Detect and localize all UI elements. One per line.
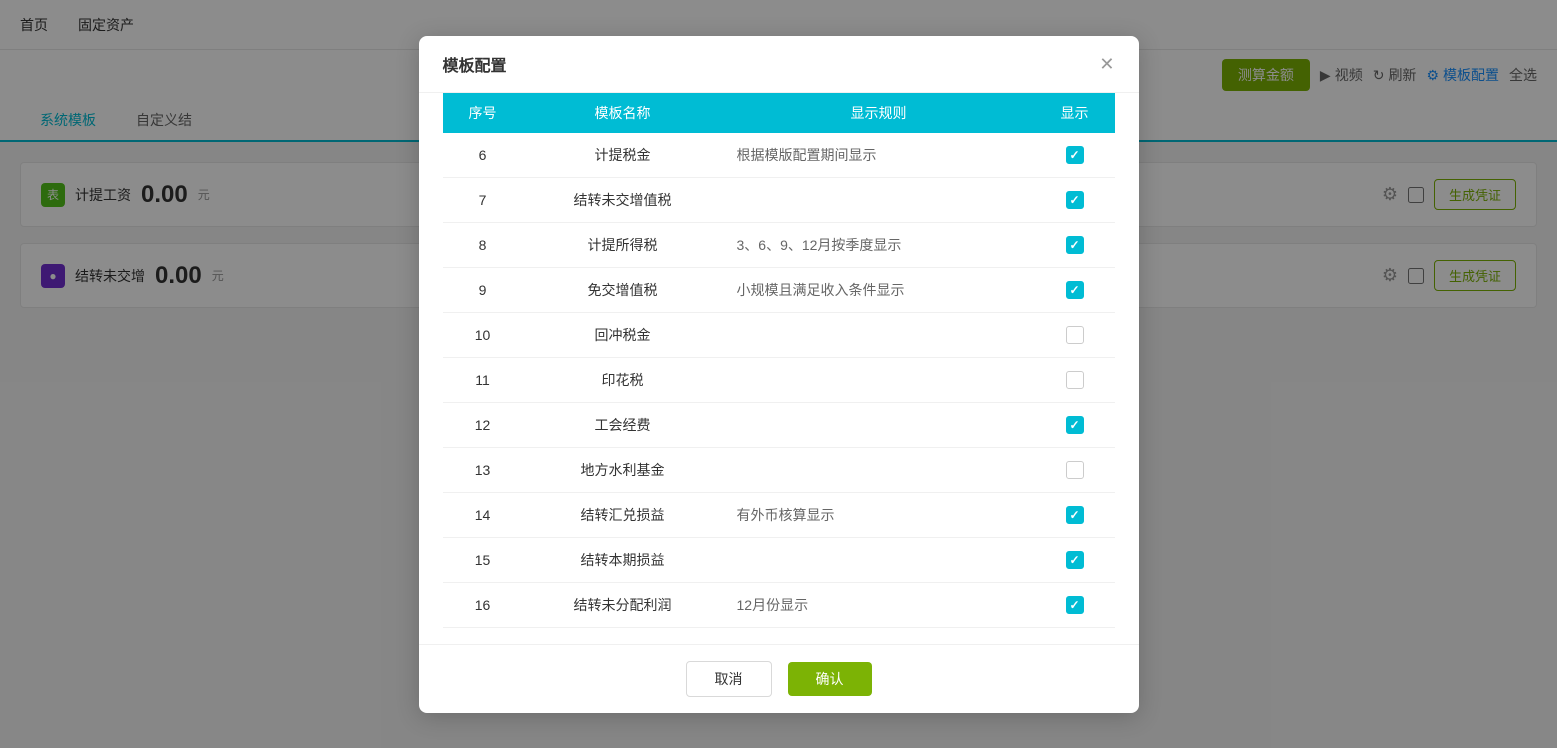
cell-index-11: 11 [443, 357, 523, 402]
table-body: 6计提税金根据模版配置期间显示7结转未交增值税8计提所得税3、6、9、12月按季… [443, 133, 1115, 628]
cell-rule-6: 根据模版配置期间显示 [723, 133, 1035, 178]
cell-rule-9: 小规模且满足收入条件显示 [723, 267, 1035, 312]
cell-rule-8: 3、6、9、12月按季度显示 [723, 222, 1035, 267]
cell-name-9: 免交增值税 [523, 267, 723, 312]
cell-rule-7 [723, 177, 1035, 222]
cell-checkbox-14 [1035, 492, 1115, 537]
cell-name-6: 计提税金 [523, 133, 723, 178]
cell-index-9: 9 [443, 267, 523, 312]
cell-checkbox-12 [1035, 402, 1115, 447]
cell-index-12: 12 [443, 402, 523, 447]
modal-overlay: 模板配置 ✕ 序号 模板名称 显示规则 显示 6计提税金根据模版配置期间显示7结… [0, 0, 1557, 748]
col-header-index: 序号 [443, 93, 523, 133]
cell-name-15: 结转本期损益 [523, 537, 723, 582]
confirm-button[interactable]: 确认 [788, 662, 872, 696]
checkbox-14[interactable] [1066, 506, 1084, 524]
config-table: 序号 模板名称 显示规则 显示 6计提税金根据模版配置期间显示7结转未交增值税8… [443, 93, 1115, 628]
checkbox-7[interactable] [1066, 191, 1084, 209]
cell-name-13: 地方水利基金 [523, 447, 723, 492]
cell-rule-13 [723, 447, 1035, 492]
cell-index-14: 14 [443, 492, 523, 537]
table-header-row: 序号 模板名称 显示规则 显示 [443, 93, 1115, 133]
col-header-rule: 显示规则 [723, 93, 1035, 133]
cell-index-8: 8 [443, 222, 523, 267]
cell-checkbox-11 [1035, 357, 1115, 402]
table-row: 10回冲税金 [443, 312, 1115, 357]
col-header-display: 显示 [1035, 93, 1115, 133]
table-row: 15结转本期损益 [443, 537, 1115, 582]
cell-index-13: 13 [443, 447, 523, 492]
checkbox-9[interactable] [1066, 281, 1084, 299]
modal-footer: 取消 确认 [419, 644, 1139, 713]
modal-template-config: 模板配置 ✕ 序号 模板名称 显示规则 显示 6计提税金根据模版配置期间显示7结… [419, 36, 1139, 713]
checkbox-6[interactable] [1066, 146, 1084, 164]
cell-name-12: 工会经费 [523, 402, 723, 447]
checkbox-12[interactable] [1066, 416, 1084, 434]
table-row: 7结转未交增值税 [443, 177, 1115, 222]
checkbox-10[interactable] [1066, 326, 1084, 344]
checkbox-8[interactable] [1066, 236, 1084, 254]
cell-rule-14: 有外币核算显示 [723, 492, 1035, 537]
cell-name-10: 回冲税金 [523, 312, 723, 357]
cell-rule-15 [723, 537, 1035, 582]
table-row: 8计提所得税3、6、9、12月按季度显示 [443, 222, 1115, 267]
cell-checkbox-15 [1035, 537, 1115, 582]
cell-index-15: 15 [443, 537, 523, 582]
modal-title: 模板配置 [443, 52, 507, 76]
cell-rule-10 [723, 312, 1035, 357]
cell-name-7: 结转未交增值税 [523, 177, 723, 222]
checkbox-15[interactable] [1066, 551, 1084, 569]
cell-checkbox-7 [1035, 177, 1115, 222]
table-row: 16结转未分配利润12月份显示 [443, 582, 1115, 627]
cell-rule-16: 12月份显示 [723, 582, 1035, 627]
cell-name-14: 结转汇兑损益 [523, 492, 723, 537]
table-row: 9免交增值税小规模且满足收入条件显示 [443, 267, 1115, 312]
cell-name-8: 计提所得税 [523, 222, 723, 267]
cell-checkbox-10 [1035, 312, 1115, 357]
table-row: 14结转汇兑损益有外币核算显示 [443, 492, 1115, 537]
checkbox-11[interactable] [1066, 371, 1084, 389]
cell-name-16: 结转未分配利润 [523, 582, 723, 627]
cell-checkbox-9 [1035, 267, 1115, 312]
cancel-button[interactable]: 取消 [686, 661, 772, 697]
modal-close-button[interactable]: ✕ [1099, 55, 1114, 73]
cell-checkbox-8 [1035, 222, 1115, 267]
checkbox-13[interactable] [1066, 461, 1084, 479]
checkbox-16[interactable] [1066, 596, 1084, 614]
cell-checkbox-16 [1035, 582, 1115, 627]
table-row: 6计提税金根据模版配置期间显示 [443, 133, 1115, 178]
col-header-name: 模板名称 [523, 93, 723, 133]
cell-index-7: 7 [443, 177, 523, 222]
cell-index-10: 10 [443, 312, 523, 357]
cell-rule-12 [723, 402, 1035, 447]
cell-name-11: 印花税 [523, 357, 723, 402]
cell-rule-11 [723, 357, 1035, 402]
cell-checkbox-13 [1035, 447, 1115, 492]
table-row: 11印花税 [443, 357, 1115, 402]
modal-body: 序号 模板名称 显示规则 显示 6计提税金根据模版配置期间显示7结转未交增值税8… [419, 93, 1139, 644]
cell-checkbox-6 [1035, 133, 1115, 178]
table-row: 13地方水利基金 [443, 447, 1115, 492]
cell-index-16: 16 [443, 582, 523, 627]
modal-header: 模板配置 ✕ [419, 36, 1139, 93]
cell-index-6: 6 [443, 133, 523, 178]
table-row: 12工会经费 [443, 402, 1115, 447]
